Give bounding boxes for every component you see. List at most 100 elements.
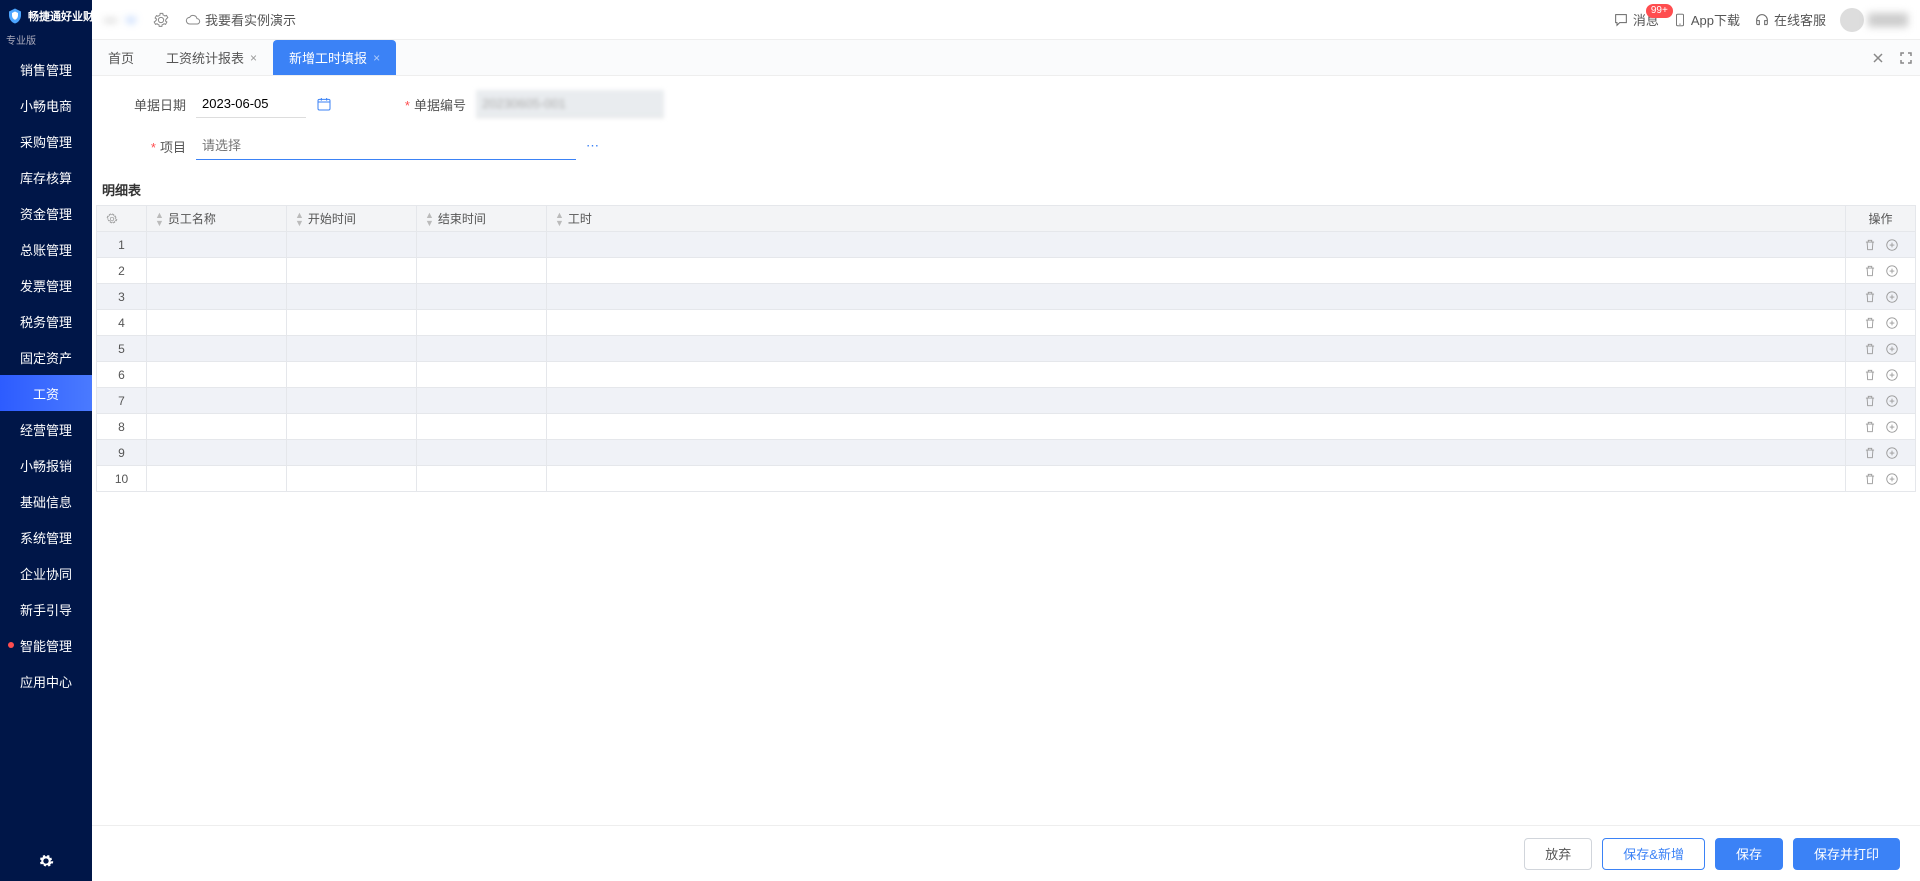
sidebar-item-6[interactable]: 发票管理 — [0, 267, 92, 303]
tab-close-icon[interactable]: × — [250, 51, 257, 65]
sidebar-item-16[interactable]: 智能管理 — [0, 627, 92, 663]
row-add-button[interactable] — [1885, 238, 1899, 252]
cell-start[interactable] — [287, 414, 417, 440]
cell-employee[interactable] — [147, 466, 287, 492]
sidebar-item-13[interactable]: 系统管理 — [0, 519, 92, 555]
sidebar-item-12[interactable]: 基础信息 — [0, 483, 92, 519]
tab-close-icon[interactable]: × — [373, 51, 380, 65]
org-settings-button[interactable] — [149, 8, 173, 32]
col-hours[interactable]: ▲▼工时 — [547, 206, 1846, 232]
close-all-tabs-button[interactable] — [1864, 44, 1892, 72]
calendar-icon[interactable] — [316, 96, 332, 112]
sidebar-item-11[interactable]: 小畅报销 — [0, 447, 92, 483]
col-rownum[interactable] — [97, 206, 147, 232]
cell-end[interactable] — [417, 388, 547, 414]
app-download-button[interactable]: App下载 — [1673, 10, 1740, 29]
cell-start[interactable] — [287, 258, 417, 284]
cell-start[interactable] — [287, 388, 417, 414]
row-add-button[interactable] — [1885, 472, 1899, 486]
cell-hours[interactable] — [547, 284, 1846, 310]
cell-start[interactable] — [287, 362, 417, 388]
cell-employee[interactable] — [147, 362, 287, 388]
cell-end[interactable] — [417, 414, 547, 440]
cell-hours[interactable] — [547, 388, 1846, 414]
row-add-button[interactable] — [1885, 316, 1899, 330]
cell-hours[interactable] — [547, 414, 1846, 440]
cell-employee[interactable] — [147, 414, 287, 440]
sidebar-item-7[interactable]: 税务管理 — [0, 303, 92, 339]
sidebar-item-5[interactable]: 总账管理 — [0, 231, 92, 267]
row-add-button[interactable] — [1885, 420, 1899, 434]
row-delete-button[interactable] — [1863, 446, 1877, 460]
cell-start[interactable] — [287, 284, 417, 310]
tab-2[interactable]: 新增工时填报× — [273, 40, 396, 75]
col-employee[interactable]: ▲▼员工名称 — [147, 206, 287, 232]
cell-end[interactable] — [417, 466, 547, 492]
sidebar-item-10[interactable]: 经营管理 — [0, 411, 92, 447]
row-add-button[interactable] — [1885, 264, 1899, 278]
org-selector[interactable]: — — [104, 12, 137, 27]
cell-start[interactable] — [287, 336, 417, 362]
project-more-button[interactable]: ⋯ — [586, 138, 601, 154]
cell-hours[interactable] — [547, 232, 1846, 258]
tab-0[interactable]: 首页 — [92, 40, 150, 75]
cell-hours[interactable] — [547, 466, 1846, 492]
row-delete-button[interactable] — [1863, 420, 1877, 434]
row-delete-button[interactable] — [1863, 264, 1877, 278]
save-button[interactable]: 保存 — [1715, 838, 1783, 870]
user-menu[interactable] — [1840, 8, 1908, 32]
cell-employee[interactable] — [147, 388, 287, 414]
cell-end[interactable] — [417, 362, 547, 388]
cell-start[interactable] — [287, 310, 417, 336]
save-and-new-button[interactable]: 保存&新增 — [1602, 838, 1705, 870]
cell-end[interactable] — [417, 232, 547, 258]
cell-employee[interactable] — [147, 440, 287, 466]
col-start[interactable]: ▲▼开始时间 — [287, 206, 417, 232]
cell-hours[interactable] — [547, 258, 1846, 284]
cell-hours[interactable] — [547, 362, 1846, 388]
fullscreen-button[interactable] — [1892, 44, 1920, 72]
cell-end[interactable] — [417, 284, 547, 310]
sidebar-item-8[interactable]: 固定资产 — [0, 339, 92, 375]
cell-end[interactable] — [417, 336, 547, 362]
cell-employee[interactable] — [147, 284, 287, 310]
cell-end[interactable] — [417, 258, 547, 284]
sidebar-item-2[interactable]: 采购管理 — [0, 123, 92, 159]
cell-hours[interactable] — [547, 310, 1846, 336]
row-delete-button[interactable] — [1863, 316, 1877, 330]
cell-employee[interactable] — [147, 232, 287, 258]
sidebar-settings[interactable] — [0, 841, 92, 881]
cell-end[interactable] — [417, 440, 547, 466]
row-add-button[interactable] — [1885, 290, 1899, 304]
cell-end[interactable] — [417, 310, 547, 336]
row-delete-button[interactable] — [1863, 472, 1877, 486]
project-input[interactable] — [196, 132, 576, 160]
service-button[interactable]: 在线客服 — [1754, 10, 1826, 29]
cell-start[interactable] — [287, 232, 417, 258]
row-delete-button[interactable] — [1863, 238, 1877, 252]
sidebar-item-14[interactable]: 企业协同 — [0, 555, 92, 591]
save-and-print-button[interactable]: 保存并打印 — [1793, 838, 1900, 870]
col-end[interactable]: ▲▼结束时间 — [417, 206, 547, 232]
cell-start[interactable] — [287, 440, 417, 466]
row-delete-button[interactable] — [1863, 290, 1877, 304]
messages-button[interactable]: 消息 99+ — [1613, 10, 1659, 29]
discard-button[interactable]: 放弃 — [1524, 838, 1592, 870]
sidebar-item-0[interactable]: 销售管理 — [0, 51, 92, 87]
row-delete-button[interactable] — [1863, 394, 1877, 408]
row-add-button[interactable] — [1885, 394, 1899, 408]
cell-hours[interactable] — [547, 336, 1846, 362]
sidebar-item-9[interactable]: 工资 — [0, 375, 92, 411]
sidebar-item-17[interactable]: 应用中心 — [0, 663, 92, 699]
cell-employee[interactable] — [147, 258, 287, 284]
cell-employee[interactable] — [147, 336, 287, 362]
row-delete-button[interactable] — [1863, 342, 1877, 356]
sidebar-item-15[interactable]: 新手引导 — [0, 591, 92, 627]
row-add-button[interactable] — [1885, 368, 1899, 382]
demo-link[interactable]: 我要看实例演示 — [185, 10, 296, 29]
date-input[interactable] — [196, 90, 306, 118]
tab-1[interactable]: 工资统计报表× — [150, 40, 273, 75]
cell-employee[interactable] — [147, 310, 287, 336]
cell-start[interactable] — [287, 466, 417, 492]
row-add-button[interactable] — [1885, 446, 1899, 460]
